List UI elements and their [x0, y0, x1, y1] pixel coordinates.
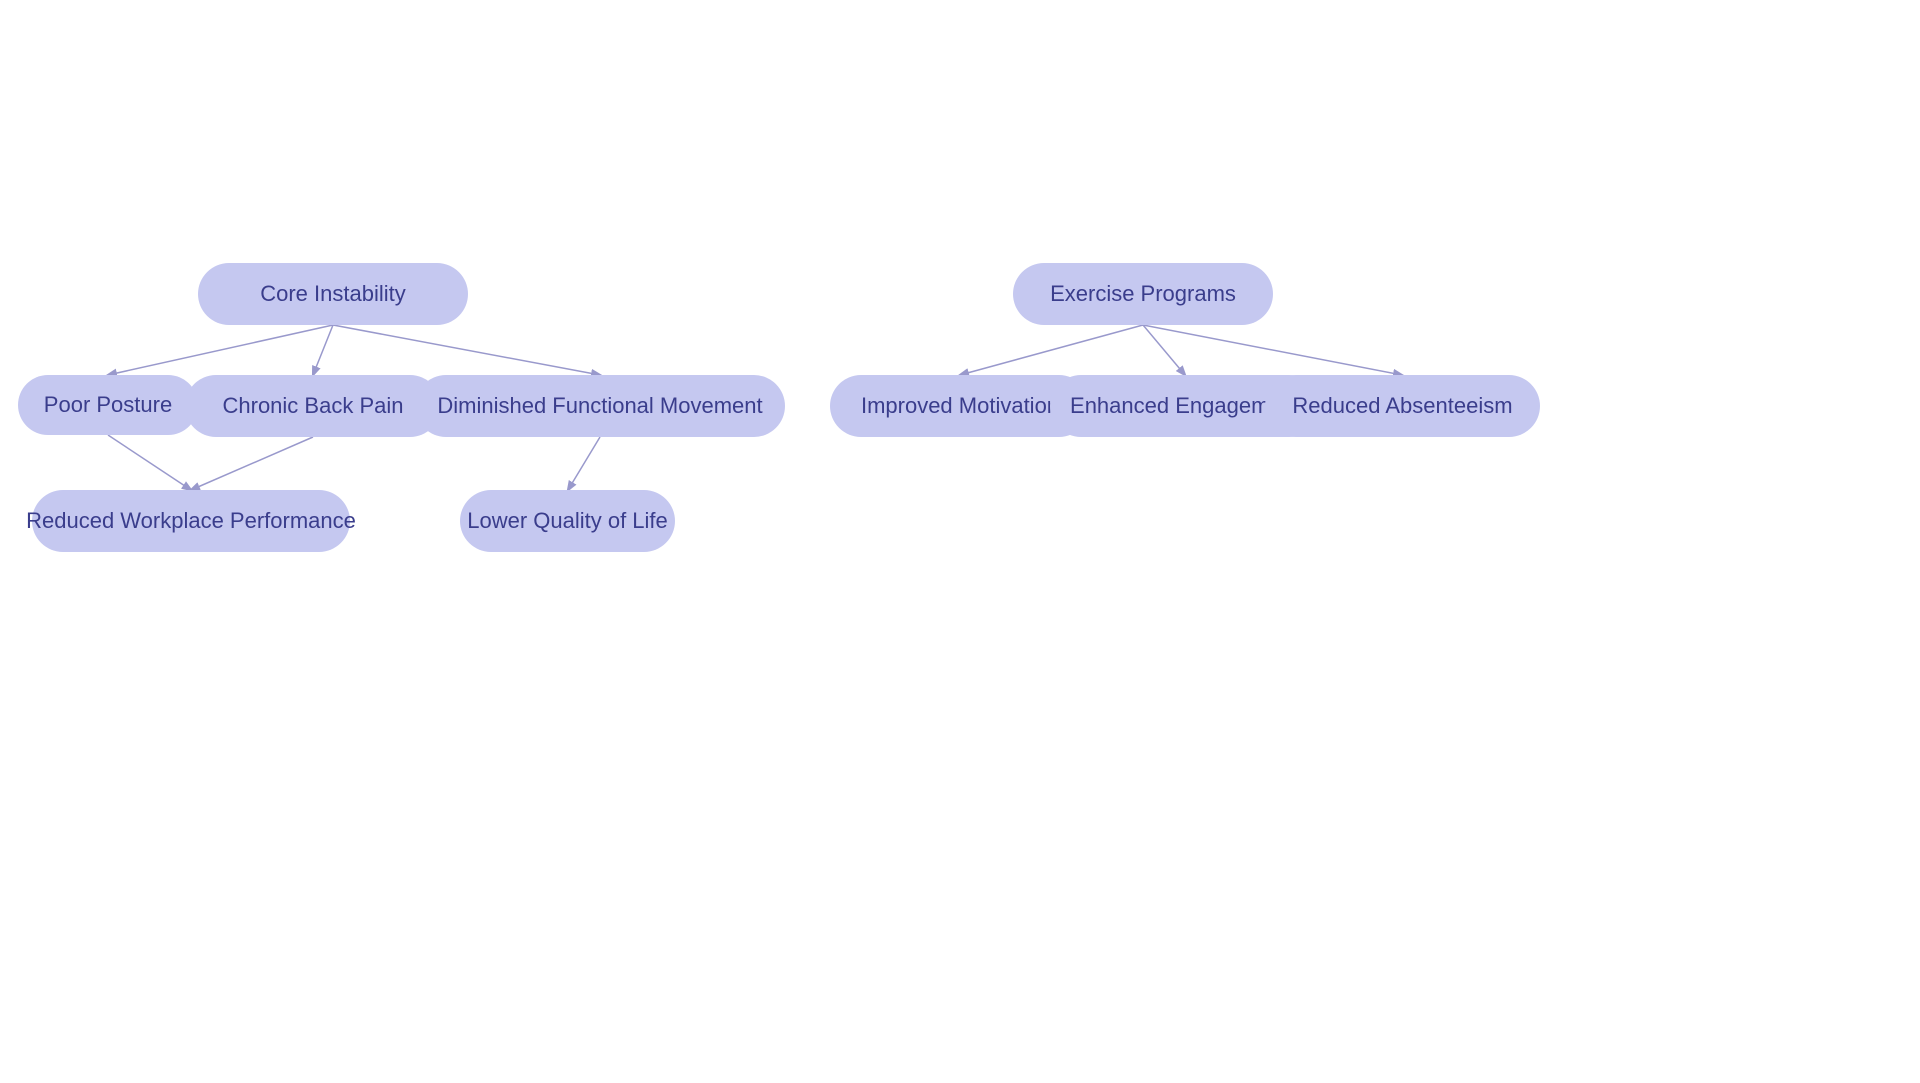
node-lower-quality-of-life: Lower Quality of Life — [460, 490, 675, 552]
node-reduced-workplace-performance: Reduced Workplace Performance — [32, 490, 350, 552]
node-exercise-programs: Exercise Programs — [1013, 263, 1273, 325]
node-chronic-back-pain: Chronic Back Pain — [185, 375, 441, 437]
node-diminished-functional-movement: Diminished Functional Movement — [415, 375, 785, 437]
node-core-instability: Core Instability — [198, 263, 468, 325]
diagram-container: Core Instability Poor Posture Chronic Ba… — [0, 0, 1920, 1083]
node-poor-posture: Poor Posture — [18, 375, 198, 435]
node-reduced-absenteeism: Reduced Absenteeism — [1265, 375, 1540, 437]
